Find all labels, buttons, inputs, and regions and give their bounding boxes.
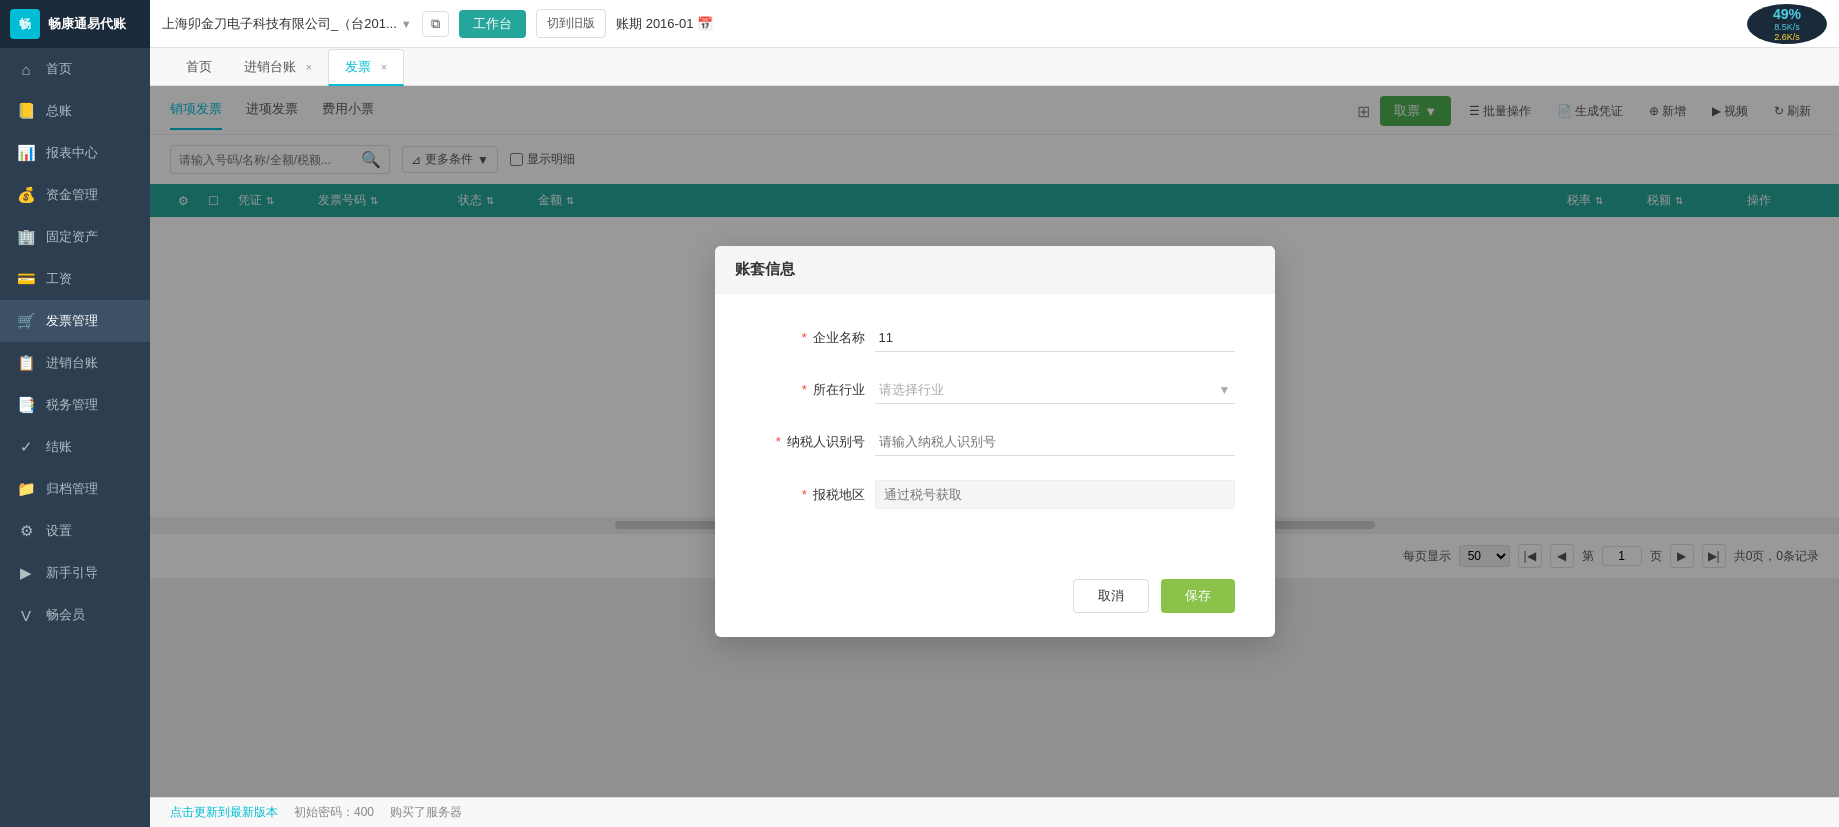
company-name-input[interactable] (875, 324, 1235, 352)
sidebar-nav: ⌂ 首页 📒 总账 📊 报表中心 💰 资金管理 🏢 固定资产 💳 工资 🛒 发票管理 📋 进销台账 📑 税务管理 ✓… (0, 48, 150, 636)
workbench-button[interactable]: 工作台 (459, 10, 526, 38)
tab-home[interactable]: 首页 (170, 50, 228, 86)
tab-invoice[interactable]: 发票 × (328, 49, 404, 86)
company-chevron-icon: ▼ (401, 18, 412, 30)
period-label: 账期 (616, 15, 642, 33)
sidebar-item-guide[interactable]: ▶ 新手引导 (0, 552, 150, 594)
sidebar-title: 畅康通易代账 (48, 15, 126, 33)
speed-up: 8.5K/s (1774, 22, 1800, 32)
required-star: * (802, 330, 807, 345)
tax-id-label: * 纳税人识别号 (755, 433, 865, 451)
form-row-tax-id: * 纳税人识别号 (755, 428, 1235, 456)
sidebar-icon-settle: ✓ (16, 438, 36, 456)
sidebar-label-home: 首页 (46, 60, 72, 78)
tax-region-input (875, 480, 1235, 509)
modal-overlay: 账套信息 * 企业名称 * 所在行业 (150, 86, 1839, 797)
sidebar-label-archive: 归档管理 (46, 480, 98, 498)
company-name: 上海卯金刀电子科技有限公司_（台201... (162, 15, 397, 33)
sidebar-item-home[interactable]: ⌂ 首页 (0, 48, 150, 90)
speed-down: 2.6K/s (1774, 32, 1800, 42)
account-info-modal: 账套信息 * 企业名称 * 所在行业 (715, 246, 1275, 637)
modal-title: 账套信息 (715, 246, 1275, 294)
sidebar-item-settle[interactable]: ✓ 结账 (0, 426, 150, 468)
sidebar-label-trade: 进销台账 (46, 354, 98, 372)
sidebar: 畅 畅康通易代账 ⌂ 首页 📒 总账 📊 报表中心 💰 资金管理 🏢 固定资产 💳 工资 🛒 发票管理 📋 进… (0, 0, 150, 827)
update-link[interactable]: 点击更新到最新版本 (170, 804, 278, 821)
period-value: 2016-01 (646, 16, 694, 31)
network-percent: 49% (1773, 6, 1801, 22)
sidebar-item-vip[interactable]: V 畅会员 (0, 594, 150, 636)
calendar-icon[interactable]: 📅 (697, 16, 713, 31)
sidebar-label-ledger: 总账 (46, 102, 72, 120)
sidebar-label-tax: 税务管理 (46, 396, 98, 414)
main-area: 上海卯金刀电子科技有限公司_（台201... ▼ ⧉ 工作台 切到旧版 账期 2… (150, 0, 1839, 827)
topbar: 上海卯金刀电子科技有限公司_（台201... ▼ ⧉ 工作台 切到旧版 账期 2… (150, 0, 1839, 48)
sidebar-item-funds[interactable]: 💰 资金管理 (0, 174, 150, 216)
tax-region-label: * 报税地区 (755, 486, 865, 504)
sidebar-icon-vip: V (16, 607, 36, 624)
bottom-info1: 初始密码：400 (294, 804, 374, 821)
tab-bar: 首页 进销台账 × 发票 × (150, 48, 1839, 86)
old-version-button[interactable]: 切到旧版 (536, 9, 606, 38)
network-widget: 49% 8.5K/s 2.6K/s (1747, 4, 1827, 44)
industry-select[interactable]: 请选择行业 (879, 382, 1219, 397)
sidebar-icon-reports: 📊 (16, 144, 36, 162)
sidebar-item-assets[interactable]: 🏢 固定资产 (0, 216, 150, 258)
form-row-company: * 企业名称 (755, 324, 1235, 352)
form-row-industry: * 所在行业 请选择行业 ▼ (755, 376, 1235, 404)
sidebar-label-salary: 工资 (46, 270, 72, 288)
sidebar-icon-settings: ⚙ (16, 522, 36, 540)
company-name-label: * 企业名称 (755, 329, 865, 347)
sidebar-icon-invoice: 🛒 (16, 312, 36, 330)
sidebar-icon-trade: 📋 (16, 354, 36, 372)
period-info: 账期 2016-01 📅 (616, 15, 714, 33)
save-button[interactable]: 保存 (1161, 579, 1235, 613)
tab-trade-close-icon[interactable]: × (306, 61, 312, 73)
form-row-tax-region: * 报税地区 (755, 480, 1235, 509)
modal-body: * 企业名称 * 所在行业 请选择行业 (715, 294, 1275, 563)
sidebar-label-reports: 报表中心 (46, 144, 98, 162)
sidebar-label-settings: 设置 (46, 522, 72, 540)
company-selector[interactable]: 上海卯金刀电子科技有限公司_（台201... ▼ (162, 15, 412, 33)
sidebar-item-reports[interactable]: 📊 报表中心 (0, 132, 150, 174)
cancel-button[interactable]: 取消 (1073, 579, 1149, 613)
sidebar-label-funds: 资金管理 (46, 186, 98, 204)
sidebar-label-vip: 畅会员 (46, 606, 85, 624)
bottom-bar: 点击更新到最新版本 初始密码：400 购买了服务器 (150, 797, 1839, 827)
industry-chevron-icon: ▼ (1219, 383, 1231, 397)
sidebar-icon-archive: 📁 (16, 480, 36, 498)
sidebar-icon-guide: ▶ (16, 564, 36, 582)
sidebar-icon-ledger: 📒 (16, 102, 36, 120)
sidebar-item-ledger[interactable]: 📒 总账 (0, 90, 150, 132)
required-star2: * (802, 382, 807, 397)
modal-footer: 取消 保存 (715, 563, 1275, 637)
required-star4: * (802, 487, 807, 502)
sidebar-label-assets: 固定资产 (46, 228, 98, 246)
logo-icon: 畅 (10, 9, 40, 39)
bottom-info2: 购买了服务器 (390, 804, 462, 821)
sidebar-label-invoice: 发票管理 (46, 312, 98, 330)
sidebar-label-settle: 结账 (46, 438, 72, 456)
sidebar-item-trade[interactable]: 📋 进销台账 (0, 342, 150, 384)
industry-select-wrap[interactable]: 请选择行业 ▼ (875, 376, 1235, 404)
sidebar-icon-funds: 💰 (16, 186, 36, 204)
sidebar-icon-tax: 📑 (16, 396, 36, 414)
sidebar-icon-home: ⌂ (16, 61, 36, 78)
sidebar-header: 畅 畅康通易代账 (0, 0, 150, 48)
sidebar-item-settings[interactable]: ⚙ 设置 (0, 510, 150, 552)
tax-id-input[interactable] (875, 428, 1235, 456)
content-area: 销项发票 进项发票 费用小票 ⊞ 取票 ▼ ☰ 批量操作 📄 (150, 86, 1839, 797)
copy-button[interactable]: ⧉ (422, 11, 449, 37)
sidebar-item-salary[interactable]: 💳 工资 (0, 258, 150, 300)
industry-label: * 所在行业 (755, 381, 865, 399)
sidebar-icon-assets: 🏢 (16, 228, 36, 246)
sidebar-item-tax[interactable]: 📑 税务管理 (0, 384, 150, 426)
tab-invoice-close-icon[interactable]: × (381, 61, 387, 73)
sidebar-item-archive[interactable]: 📁 归档管理 (0, 468, 150, 510)
sidebar-label-guide: 新手引导 (46, 564, 98, 582)
required-star3: * (776, 434, 781, 449)
sidebar-icon-salary: 💳 (16, 270, 36, 288)
tab-trade[interactable]: 进销台账 × (228, 50, 328, 86)
sidebar-item-invoice[interactable]: 🛒 发票管理 (0, 300, 150, 342)
